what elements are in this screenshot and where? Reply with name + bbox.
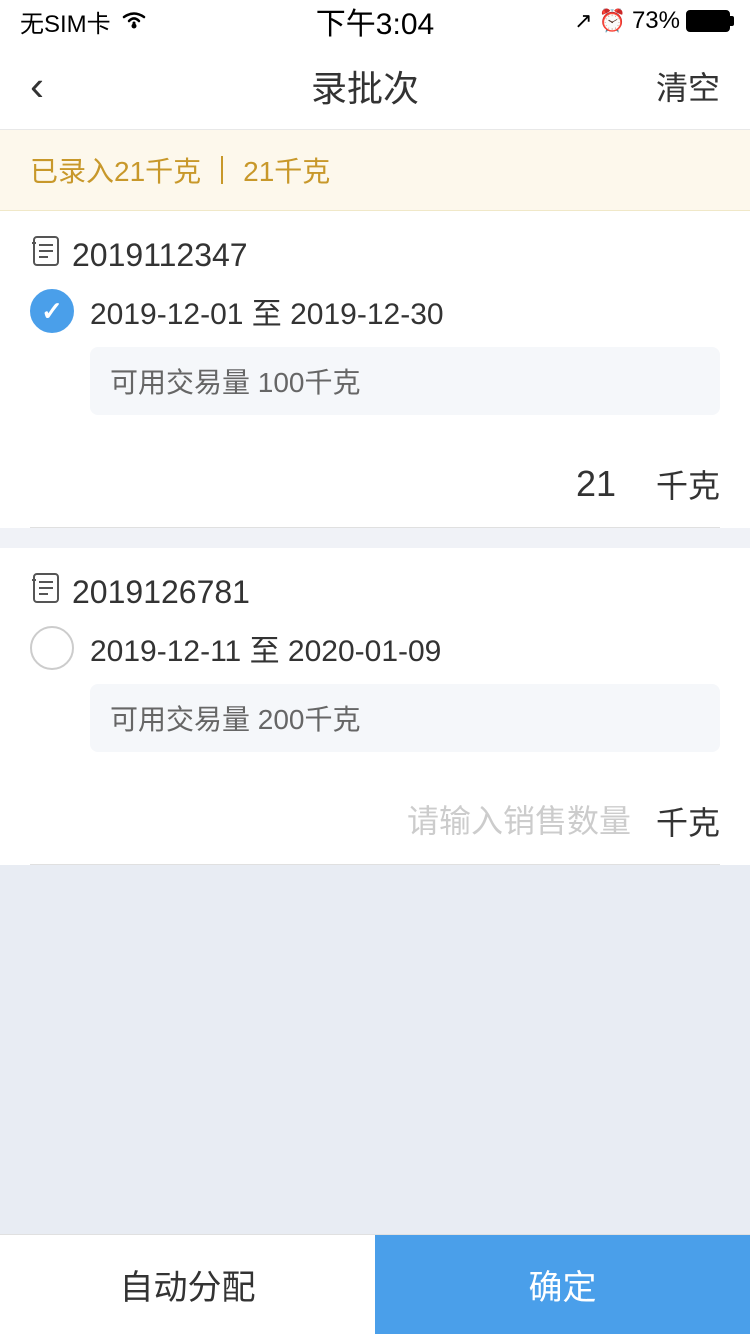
batch-item-1: 2019112347 2019-12-01 至 2019-12-30 可用交易量… [0,211,750,451]
location-icon: ↗ [574,8,592,34]
battery-icon [686,10,730,32]
confirm-button[interactable]: 确定 [375,1235,750,1334]
recorded-amount: 已录入21千克 [30,150,201,190]
batch-header-1: 2019112347 [30,235,720,275]
radio-btn-1[interactable] [30,289,74,333]
batch-id-1: 2019112347 [72,237,248,274]
qty-input-unit-2: 千克 [656,798,720,844]
qty-row-1: 21 千克 [0,451,750,527]
batch-header-2: 2019126781 [30,572,720,612]
batch-date-2: 2019-12-11 至 2020-01-09 [90,626,441,670]
banner-divider [221,156,223,184]
batch-icon-1 [30,235,62,275]
page-title: 录批次 [311,60,419,112]
card-separator-1 [0,528,750,548]
batch-card-1: 2019112347 2019-12-01 至 2019-12-30 可用交易量… [0,211,750,528]
status-bar: 无SIM卡 下午3:04 ↗ ⏰ 73% [0,0,750,42]
auto-distribute-button[interactable]: 自动分配 [0,1235,375,1334]
qty-input-2[interactable] [30,803,646,840]
alarm-icon: ⏰ [599,8,626,34]
nav-bar: ‹ 录批次 清空 [0,42,750,130]
batch-card-2: 2019126781 2019-12-11 至 2020-01-09 可用交易量… [0,548,750,865]
back-button[interactable]: ‹ [30,62,90,110]
qty-input-wrapper-2: 千克 [0,788,750,864]
wifi-icon [119,7,149,36]
bottom-bar: 自动分配 确定 [0,1234,750,1334]
batch-item-2: 2019126781 2019-12-11 至 2020-01-09 可用交易量… [0,548,750,788]
batch-id-2: 2019126781 [72,574,250,611]
batch-date-1: 2019-12-01 至 2019-12-30 [90,289,444,333]
battery-percent: 73% [632,7,680,35]
batch-date-row-1[interactable]: 2019-12-01 至 2019-12-30 [30,289,720,333]
clear-button[interactable]: 清空 [640,63,720,109]
status-bar-time: 下午3:04 [316,0,434,43]
radio-btn-2[interactable] [30,626,74,670]
info-banner: 已录入21千克 21千克 [0,130,750,211]
qty-value-1: 21 [576,463,616,505]
batch-available-1: 可用交易量 100千克 [90,347,720,415]
content-area: 已录入21千克 21千克 2019112347 2 [0,130,750,1305]
status-bar-right: ↗ ⏰ 73% [574,7,730,35]
batch-date-row-2[interactable]: 2019-12-11 至 2020-01-09 [30,626,720,670]
batch-available-2: 可用交易量 200千克 [90,684,720,752]
carrier-text: 无SIM卡 [20,4,111,39]
qty-unit-1: 千克 [656,461,720,507]
batch-icon-2 [30,572,62,612]
amount-value: 21千克 [243,150,330,190]
status-bar-left: 无SIM卡 [20,4,149,39]
